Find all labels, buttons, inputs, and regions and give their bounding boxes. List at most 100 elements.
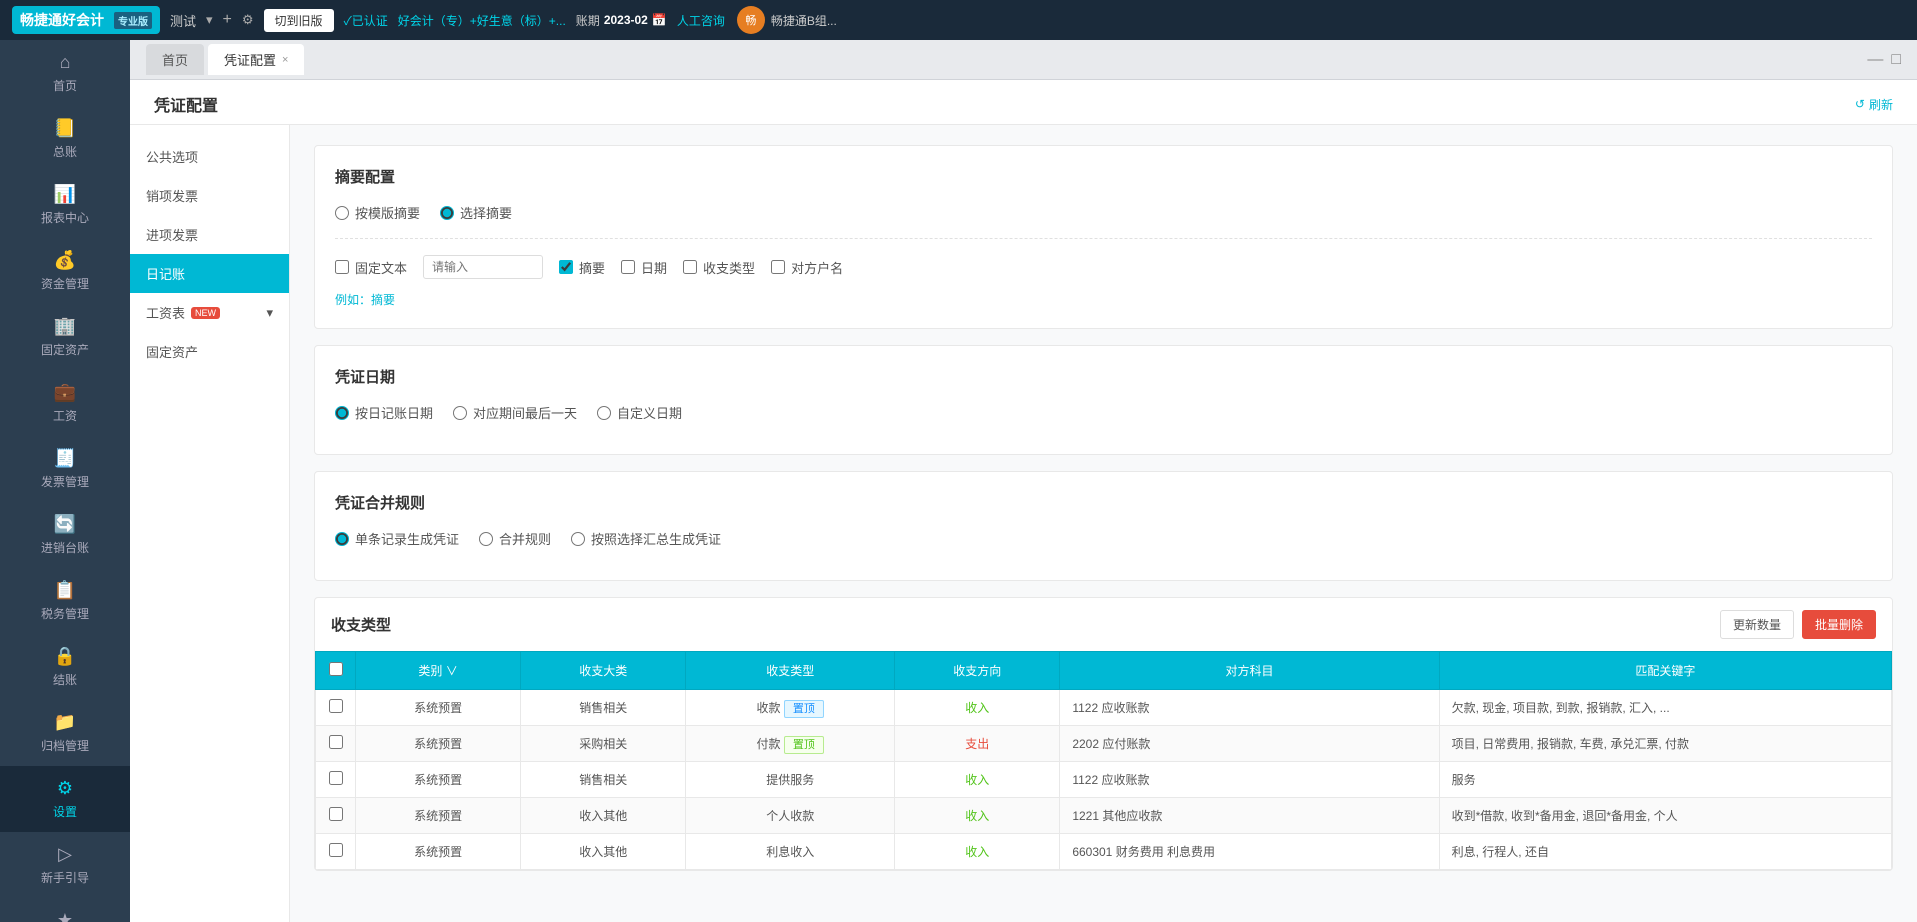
radio-merge-input[interactable]	[479, 532, 493, 546]
counterparty-checkbox[interactable]	[771, 260, 785, 274]
sidebar-item-label: 资金管理	[41, 275, 89, 292]
cell-account: 2202 应付账款	[1060, 726, 1439, 762]
sidebar-item-label: 固定资产	[41, 341, 89, 358]
row-checkbox[interactable]	[329, 699, 343, 713]
minimize-button[interactable]: —	[1867, 51, 1883, 69]
sidebar-item-guide[interactable]: ▷ 新手引导	[0, 832, 130, 898]
sidebar-item-ledger[interactable]: 📒 总账	[0, 106, 130, 172]
page-content: 凭证配置 ↺ 刷新 公共选项 销项发票 进项发票	[130, 80, 1917, 922]
sidebar-item-member[interactable]: ★ 畅会员	[0, 898, 130, 922]
update-count-button[interactable]: 更新数量	[1720, 610, 1794, 639]
reports-icon: 📊	[54, 184, 76, 205]
cell-direction: 收入	[895, 798, 1060, 834]
table-row: 系统预置采购相关付款 置顶支出2202 应付账款项目, 日常费用, 报销款, 车…	[316, 726, 1892, 762]
batch-delete-button[interactable]: 批量删除	[1802, 610, 1876, 639]
tab-close-button[interactable]: ×	[282, 54, 288, 66]
sidebar-item-tax[interactable]: 📋 税务管理	[0, 568, 130, 634]
left-nav-fixed-assets[interactable]: 固定资产	[130, 332, 289, 371]
checkbox-counterparty[interactable]: 对方户名	[771, 258, 843, 277]
table-row: 系统预置销售相关提供服务收入1122 应收账款服务	[316, 762, 1892, 798]
row-checkbox[interactable]	[329, 735, 343, 749]
archive-icon: 📁	[54, 712, 76, 733]
radio-single-input[interactable]	[335, 532, 349, 546]
settings-sidebar-icon: ⚙	[57, 778, 73, 799]
income-expense-section: 收支类型 更新数量 批量删除	[314, 597, 1893, 871]
sidebar-item-purchase-sales[interactable]: 🔄 进销台账	[0, 502, 130, 568]
topbar-right: 人工咨询 畅 畅捷通B组...	[677, 6, 837, 34]
left-nav-journal[interactable]: 日记账	[130, 254, 289, 293]
topbar: 畅捷通好会计 专业版 测试 ▾ + ⚙ 切到旧版 ✓已认证 好会计（专）+好生意…	[0, 0, 1917, 40]
radio-select-input[interactable]	[440, 206, 454, 220]
radio-custom-date[interactable]: 自定义日期	[597, 403, 682, 422]
type-tag: 置顶	[784, 736, 824, 754]
sidebar-item-home[interactable]: ⌂ 首页	[0, 40, 130, 106]
type-checkbox[interactable]	[683, 260, 697, 274]
maximize-button[interactable]: □	[1891, 51, 1901, 69]
sidebar-item-funds[interactable]: 💰 资金管理	[0, 238, 130, 304]
sidebar-item-invoice[interactable]: 🧾 发票管理	[0, 436, 130, 502]
sidebar-item-closing[interactable]: 🔒 结账	[0, 634, 130, 700]
row-checkbox[interactable]	[329, 807, 343, 821]
sidebar-item-label: 设置	[53, 803, 77, 820]
checkbox-fixed-text[interactable]: 固定文本	[335, 258, 407, 277]
radio-by-selection[interactable]: 按照选择汇总生成凭证	[571, 529, 721, 548]
sidebar-item-label: 结账	[53, 671, 77, 688]
page-title: 凭证配置	[154, 92, 218, 116]
sidebar-item-archive[interactable]: 📁 归档管理	[0, 700, 130, 766]
tab-voucher-config[interactable]: 凭证配置 ×	[208, 44, 304, 75]
left-nav: 公共选项 销项发票 进项发票 日记账 工资表 NEW ▾	[130, 125, 290, 922]
logo: 畅捷通好会计 专业版	[12, 6, 160, 34]
radio-template[interactable]: 按模版摘要	[335, 203, 420, 222]
income-expense-table: 类别 ∨ 收支大类 收支类型 收支方向 对方科目 匹配关键字 系统预置销售相关收…	[315, 651, 1892, 870]
home-icon: ⌂	[60, 52, 71, 73]
date-checkbox[interactable]	[621, 260, 635, 274]
refresh-button[interactable]: ↺ 刷新	[1855, 96, 1893, 113]
table-row: 系统预置收入其他利息收入收入660301 财务费用 利息费用利息, 行程人, 还…	[316, 834, 1892, 870]
left-nav-public[interactable]: 公共选项	[130, 137, 289, 176]
radio-template-input[interactable]	[335, 206, 349, 220]
checkbox-date[interactable]: 日期	[621, 258, 667, 277]
switch-version-button[interactable]: 切到旧版	[264, 9, 334, 32]
sidebar-item-payroll[interactable]: 💼 工资	[0, 370, 130, 436]
funds-icon: 💰	[54, 250, 76, 271]
add-icon[interactable]: +	[223, 11, 232, 29]
date-section: 凭证日期 按日记账日期 对应期间最后一天	[314, 345, 1893, 455]
cell-keywords: 利息, 行程人, 还自	[1439, 834, 1891, 870]
sidebar-item-fixed-assets[interactable]: 🏢 固定资产	[0, 304, 130, 370]
test-label: 测试	[170, 11, 196, 30]
sidebar-item-settings[interactable]: ⚙ 设置	[0, 766, 130, 832]
invoice-icon: 🧾	[54, 448, 76, 469]
left-nav-purchase[interactable]: 进项发票	[130, 215, 289, 254]
checkbox-summary[interactable]: 摘要	[559, 258, 605, 277]
cell-account: 1122 应收账款	[1060, 762, 1439, 798]
radio-journal-date[interactable]: 按日记账日期	[335, 403, 433, 422]
checkbox-type[interactable]: 收支类型	[683, 258, 755, 277]
fixed-text-checkbox[interactable]	[335, 260, 349, 274]
settings-icon[interactable]: ⚙	[242, 12, 254, 28]
sidebar-item-label: 新手引导	[41, 869, 89, 886]
tab-home[interactable]: 首页	[146, 44, 204, 75]
radio-journal-date-input[interactable]	[335, 406, 349, 420]
cell-type: 个人收款	[686, 798, 895, 834]
select-all-checkbox[interactable]	[329, 662, 343, 676]
radio-merge[interactable]: 合并规则	[479, 529, 551, 548]
radio-period-last-input[interactable]	[453, 406, 467, 420]
radio-select[interactable]: 选择摘要	[440, 203, 512, 222]
consult-link[interactable]: 人工咨询	[677, 12, 725, 29]
dropdown-icon[interactable]: ▾	[206, 12, 213, 28]
radio-period-last[interactable]: 对应期间最后一天	[453, 403, 577, 422]
fixed-text-input[interactable]	[423, 255, 543, 279]
left-nav-sales[interactable]: 销项发票	[130, 176, 289, 215]
row-checkbox[interactable]	[329, 843, 343, 857]
radio-by-selection-input[interactable]	[571, 532, 585, 546]
sidebar-item-reports[interactable]: 📊 报表中心	[0, 172, 130, 238]
sidebar-item-label: 进销台账	[41, 539, 89, 556]
calendar-icon[interactable]: 📅	[652, 13, 667, 27]
tab-bar: 首页 凭证配置 × — □	[130, 40, 1917, 80]
radio-custom-date-input[interactable]	[597, 406, 611, 420]
summary-checkbox[interactable]	[559, 260, 573, 274]
row-checkbox[interactable]	[329, 771, 343, 785]
type-tag: 置顶	[784, 700, 824, 718]
radio-single[interactable]: 单条记录生成凭证	[335, 529, 459, 548]
left-nav-payroll-table[interactable]: 工资表 NEW ▾	[130, 293, 289, 332]
